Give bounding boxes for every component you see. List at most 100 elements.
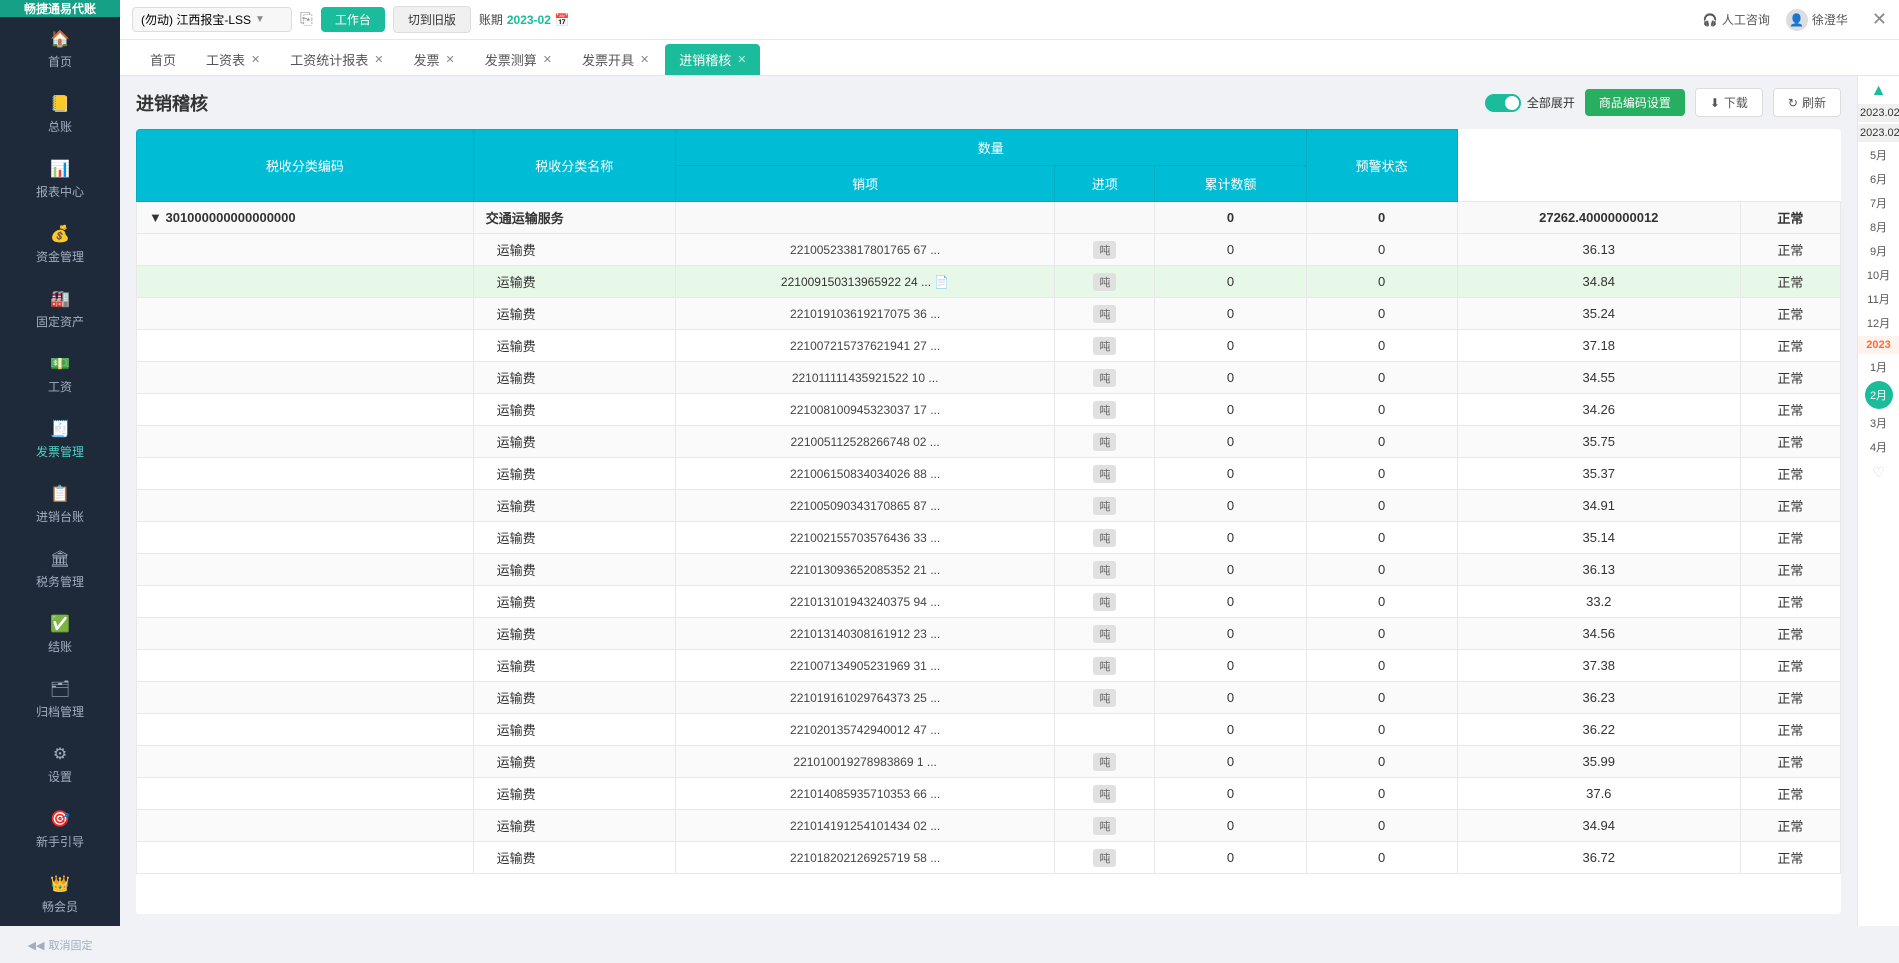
panel-month-7[interactable]: 7月 (1858, 192, 1899, 214)
table-row[interactable]: 运输费 221005090343170865 87 ... 吨 0 0 34.9… (137, 490, 1841, 522)
sidebar-item-ledger[interactable]: 📒 总账 (0, 82, 120, 147)
sidebar-item-member[interactable]: 👑 畅会员 (0, 862, 120, 927)
settings-button[interactable]: 商品编码设置 (1585, 89, 1685, 116)
customer-service[interactable]: 🎧 人工咨询 (1703, 11, 1770, 28)
tab-close-salary-stats[interactable]: ✕ (374, 53, 383, 66)
panel-month-2[interactable]: 2月 (1865, 381, 1893, 409)
td-purchase: 0 (1306, 426, 1457, 458)
tab-close-salary[interactable]: ✕ (251, 53, 260, 66)
td-name: 运输费 (473, 810, 675, 842)
td-purchase: 0 (1306, 810, 1457, 842)
company-selector[interactable]: (勿动) 江西报宝-LSS ▼ (132, 7, 292, 32)
table-row[interactable]: 运输费 221008100945323037 17 ... 吨 0 0 34.2… (137, 394, 1841, 426)
td-status: 正常 (1740, 458, 1840, 490)
sidebar-item-purchase-sale[interactable]: 📋 进销台账 (0, 472, 120, 537)
td-cumulative: 35.14 (1457, 522, 1740, 554)
th-cumulative: 累计数额 (1155, 166, 1306, 202)
data-table-wrapper: 税收分类编码 税收分类名称 数量 预警状态 销项 进项 累计数额 ▼ 301 (136, 129, 1841, 914)
sidebar-item-home[interactable]: 🏠 首页 (0, 17, 120, 82)
td-code2: 221013140308161912 23 ... (675, 618, 1055, 650)
calendar-icon[interactable]: 📅 (555, 13, 570, 27)
purchase-sale-icon: 📋 (50, 484, 70, 504)
tab-home[interactable]: 首页 (136, 44, 190, 75)
expand-toggle-label[interactable]: 全部展开 (1485, 94, 1575, 112)
sidebar-item-settings[interactable]: ⚙ 设置 (0, 732, 120, 797)
table-row[interactable]: 运输费 221013101943240375 94 ... 吨 0 0 33.2… (137, 586, 1841, 618)
panel-month-11[interactable]: 11月 (1858, 288, 1899, 310)
switch-version-button[interactable]: 切到旧版 (393, 6, 471, 33)
table-row[interactable]: 运输费 221018202126925719 58 ... 吨 0 0 36.7… (137, 842, 1841, 874)
table-row[interactable]: 运输费 221011111435921522 10 ... 吨 0 0 34.5… (137, 362, 1841, 394)
table-row[interactable]: 运输费 221013093652085352 21 ... 吨 0 0 36.1… (137, 554, 1841, 586)
td-code2: 221013101943240375 94 ... (675, 586, 1055, 618)
close-button[interactable]: ✕ (1872, 9, 1887, 30)
sidebar-item-reports[interactable]: 📊 报表中心 (0, 147, 120, 212)
panel-month-1[interactable]: 1月 (1858, 356, 1899, 378)
user-menu[interactable]: 👤 徐澄华 (1786, 9, 1848, 31)
panel-month-10[interactable]: 10月 (1858, 264, 1899, 286)
td-name: 运输费 (473, 458, 675, 490)
table-row[interactable]: 运输费 221002155703576436 33 ... 吨 0 0 35.1… (137, 522, 1841, 554)
table-row[interactable]: 运输费 221014085935710353 66 ... 吨 0 0 37.6… (137, 778, 1841, 810)
table-row[interactable]: 运输费 221007215737621941 27 ... 吨 0 0 37.1… (137, 330, 1841, 362)
table-row[interactable]: 运输费 221010019278983869 1 ... 吨 0 0 35.99… (137, 746, 1841, 778)
tab-invoice[interactable]: 发票 ✕ (399, 44, 468, 75)
table-row[interactable]: 运输费 221009150313965922 24 ... 📄 吨 0 0 34… (137, 266, 1841, 298)
sidebar-item-invoice-mgmt[interactable]: 🧾 发票管理 (0, 407, 120, 472)
tab-invoice-open[interactable]: 发票开具 ✕ (568, 44, 663, 75)
td-code2: 221006150834034026 88 ... (675, 458, 1055, 490)
sidebar-item-guide[interactable]: 🎯 新手引导 (0, 797, 120, 862)
expand-toggle[interactable] (1485, 94, 1521, 112)
table-row[interactable]: 运输费 221013140308161912 23 ... 吨 0 0 34.5… (137, 618, 1841, 650)
sidebar-item-archive[interactable]: 🗂 归档管理 (0, 667, 120, 732)
refresh-button[interactable]: ↻ 刷新 (1773, 88, 1841, 117)
panel-month-3[interactable]: 3月 (1858, 412, 1899, 434)
panel-month-12[interactable]: 12月 (1858, 312, 1899, 334)
td-tag: 吨 (1055, 490, 1155, 522)
table-row[interactable]: 运输费 221005112528266748 02 ... 吨 0 0 35.7… (137, 426, 1841, 458)
table-row[interactable]: 运输费 221014191254101434 02 ... 吨 0 0 34.9… (137, 810, 1841, 842)
workbench-button[interactable]: 工作台 (321, 7, 385, 32)
td-tag: 吨 (1055, 330, 1155, 362)
sidebar-item-capital[interactable]: 💰 资金管理 (0, 212, 120, 277)
panel-month-6[interactable]: 6月 (1858, 168, 1899, 190)
sidebar-item-salary[interactable]: 💵 工资 (0, 342, 120, 407)
sidebar-item-settlement[interactable]: ✅ 结账 (0, 602, 120, 667)
table-row[interactable]: 运输费 221006150834034026 88 ... 吨 0 0 35.3… (137, 458, 1841, 490)
copy-icon[interactable]: ⎘ (300, 11, 313, 29)
table-row[interactable]: 运输费 221019161029764373 25 ... 吨 0 0 36.2… (137, 682, 1841, 714)
tab-reconcile[interactable]: 进销稽核 ✕ (665, 44, 760, 75)
panel-month-8[interactable]: 8月 (1858, 216, 1899, 238)
td-purchase: 0 (1306, 234, 1457, 266)
tab-close-invoice-calc[interactable]: ✕ (543, 53, 552, 66)
topbar-right: 🎧 人工咨询 👤 徐澄华 ✕ (1703, 9, 1887, 31)
panel-year-2023[interactable]: 2023 (1858, 336, 1899, 354)
td-code (137, 234, 474, 266)
td-name: 运输费 (473, 234, 675, 266)
td-code (137, 394, 474, 426)
sidebar-item-assets[interactable]: 🏭 固定资产 (0, 277, 120, 342)
table-row[interactable]: 运输费 221020135742940012 47 ... 0 0 36.22 … (137, 714, 1841, 746)
download-button[interactable]: ⬇ 下载 (1695, 88, 1763, 117)
tab-close-invoice[interactable]: ✕ (446, 53, 455, 66)
tab-salary[interactable]: 工资表 ✕ (192, 44, 274, 75)
table-row[interactable]: 运输费 221019103619217075 36 ... 吨 0 0 35.2… (137, 298, 1841, 330)
capital-icon: 💰 (50, 224, 70, 244)
panel-month-5[interactable]: 5月 (1858, 144, 1899, 166)
tab-close-invoice-open[interactable]: ✕ (640, 53, 649, 66)
tab-salary-stats[interactable]: 工资统计报表 ✕ (276, 44, 397, 75)
tab-invoice-calc[interactable]: 发票测算 ✕ (471, 44, 566, 75)
td-purchase: 0 (1306, 746, 1457, 778)
td-code (137, 650, 474, 682)
panel-up-arrow[interactable]: ▲ (1869, 80, 1889, 102)
panel-month-9[interactable]: 9月 (1858, 240, 1899, 262)
panel-month-4[interactable]: 4月 (1858, 436, 1899, 458)
tab-close-reconcile[interactable]: ✕ (737, 53, 746, 66)
sidebar-item-tax-mgmt[interactable]: 🏛 税务管理 (0, 537, 120, 602)
table-row[interactable]: 运输费 221005233817801765 67 ... 吨 0 0 36.1… (137, 234, 1841, 266)
table-row[interactable]: ▼ 301000000000000000 交通运输服务 0 0 27262.40… (137, 202, 1841, 234)
main-area: (勿动) 江西报宝-LSS ▼ ⎘ 工作台 切到旧版 账期 2023-02 📅 … (120, 0, 1899, 926)
sidebar-unpin[interactable]: ◀◀ 取消固定 (0, 927, 120, 963)
topbar: (勿动) 江西报宝-LSS ▼ ⎘ 工作台 切到旧版 账期 2023-02 📅 … (120, 0, 1899, 40)
table-row[interactable]: 运输费 221007134905231969 31 ... 吨 0 0 37.3… (137, 650, 1841, 682)
